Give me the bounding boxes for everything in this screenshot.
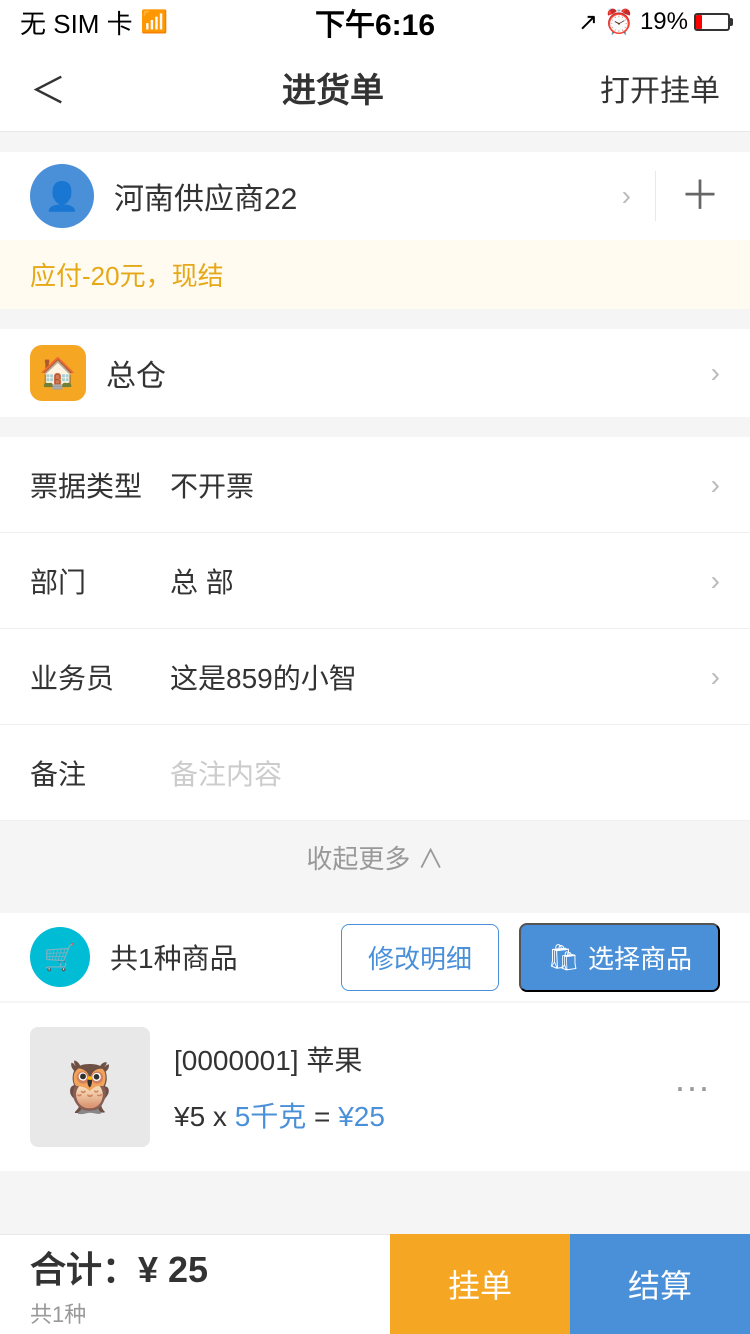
warehouse-icon: 🏠 [30,345,86,401]
product-icon: 🛒 [30,927,90,987]
notice-banner: 应付-20元，现结 [0,240,750,309]
chevron-right-icon: › [711,661,720,693]
hang-label: 挂单 [448,1261,512,1307]
product-count: 共1种商品 [110,937,321,977]
product-header: 🛒 共1种商品 修改明细 🛍 选择商品 [0,913,750,1001]
gap1 [0,132,750,152]
price-equals: = [306,1101,338,1132]
status-bar: 无 SIM 卡 📶 下午6:16 ↗ ⏰ 19% [0,0,750,44]
notice-text: 应付-20元，现结 [30,261,224,291]
product-item: 🦉 [0000001] 苹果 ¥5 x 5千克 = ¥25 ··· [0,1003,750,1171]
bottom-bar: 合计：¥ 25 共1种 挂单 结算 [0,1234,750,1334]
supplier-section: 👤 河南供应商22 › ＋ [0,152,750,240]
hang-button[interactable]: 挂单 [390,1234,570,1334]
gap4 [0,893,750,913]
checkout-button[interactable]: 结算 [570,1234,750,1334]
dept-value: 总 部 [170,561,711,601]
owl-icon: 🦉 [59,1058,121,1117]
dept-row[interactable]: 部门 总 部 › [0,533,750,629]
status-time: 下午6:16 [315,0,435,44]
chevron-right-icon: › [622,180,631,212]
price-total: ¥25 [338,1101,385,1132]
supplier-avatar: 👤 [30,164,94,228]
chevron-right-icon: › [711,565,720,597]
supplier-content[interactable]: 👤 河南供应商22 › [30,164,631,228]
chevron-right-icon: › [711,469,720,501]
supplier-name: 河南供应商22 [114,174,297,218]
sales-row[interactable]: 业务员 这是859的小智 › [0,629,750,725]
gap3 [0,417,750,437]
product-info: [0000001] 苹果 ¥5 x 5千克 = ¥25 [174,1039,664,1135]
total-amount: 合计：¥ 25 [30,1241,360,1293]
back-button[interactable]: ＜ [30,62,66,114]
bill-type-value: 不开票 [170,465,711,505]
more-button[interactable]: ··· [664,1056,720,1118]
total-label: 合计： [30,1249,138,1290]
avatar-icon: 👤 [45,180,80,213]
open-hang-button[interactable]: 打开挂单 [600,66,720,110]
page-title: 进货单 [282,63,384,112]
dept-label: 部门 [30,561,170,601]
collapse-label: 收起更多 ∧ [306,839,443,876]
checkout-label: 结算 [628,1261,692,1307]
remark-input[interactable]: 备注内容 [170,753,720,793]
sales-label: 业务员 [30,657,170,697]
wifi-icon: 📶 [141,9,168,35]
battery-percent: 19% [640,8,688,36]
status-carrier: 无 SIM 卡 📶 [20,4,168,41]
location-icon: ↗ [578,8,598,37]
status-right: ↗ ⏰ 19% [578,8,730,37]
add-button[interactable]: ＋ [680,176,720,216]
alarm-icon: ⏰ [604,8,634,37]
bag-icon: 🛒 [44,942,76,973]
battery-indicator [694,13,730,31]
bill-type-label: 票据类型 [30,465,170,505]
nav-bar: ＜ 进货单 打开挂单 [0,44,750,132]
gap2 [0,309,750,329]
chevron-right-icon: › [711,357,720,389]
total-value: ¥ 25 [138,1249,208,1290]
product-thumbnail: 🦉 [30,1027,150,1147]
warehouse-name: 总仓 [106,351,166,395]
select-product-button[interactable]: 🛍 选择商品 [519,923,720,992]
price-qty: 5千克 [235,1101,307,1132]
select-product-label: 选择商品 [588,939,692,976]
product-name: [0000001] 苹果 [174,1039,664,1079]
remark-row[interactable]: 备注 备注内容 [0,725,750,821]
product-price: ¥5 x 5千克 = ¥25 [174,1095,664,1135]
order-summary: 合计：¥ 25 共1种 [0,1234,390,1334]
vertical-divider [655,171,656,221]
bill-type-row[interactable]: 票据类型 不开票 › [0,437,750,533]
price-unit: ¥5 x [174,1101,235,1132]
carrier-text: 无 SIM 卡 [20,4,133,41]
item-count: 共1种 [30,1297,360,1329]
edit-detail-button[interactable]: 修改明细 [341,924,499,991]
collapse-row[interactable]: 收起更多 ∧ [0,821,750,893]
remark-label: 备注 [30,753,170,793]
warehouse-row[interactable]: 🏠 总仓 › [0,329,750,417]
sales-value: 这是859的小智 [170,657,711,697]
select-product-icon: 🛍 [547,942,580,973]
